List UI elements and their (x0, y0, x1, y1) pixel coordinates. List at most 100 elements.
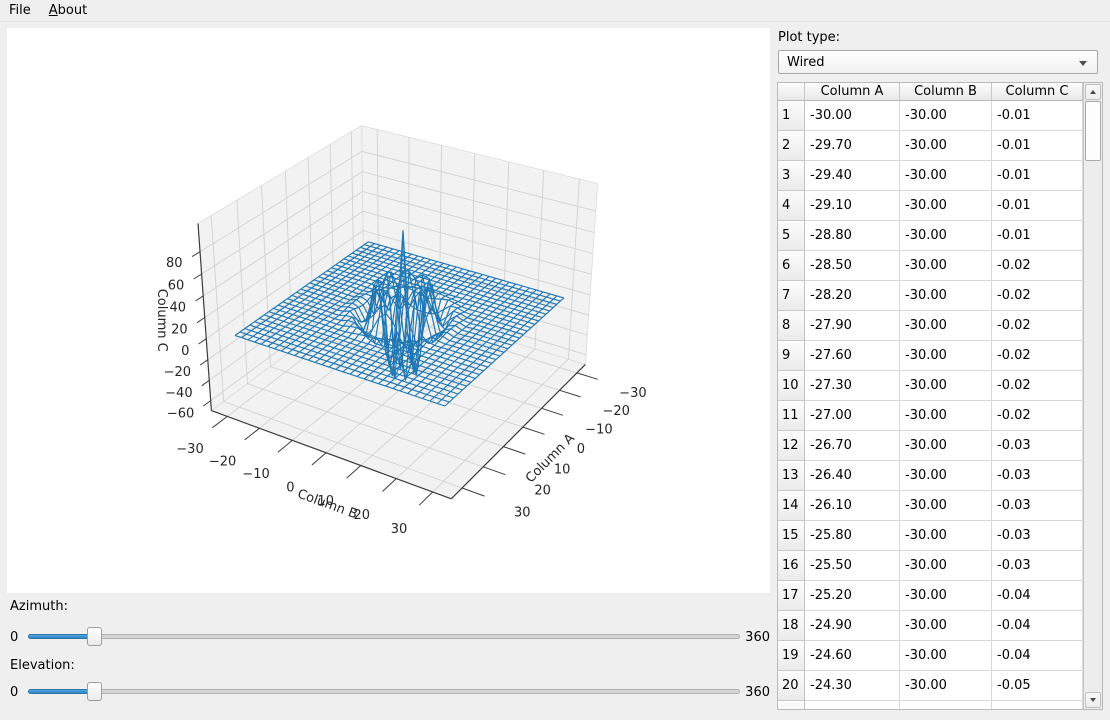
table-cell[interactable]: -29.70 (805, 131, 900, 161)
table-cell[interactable]: -30.00 (900, 251, 992, 281)
scroll-up-button[interactable] (1085, 84, 1101, 100)
table-cell[interactable]: -0.01 (992, 161, 1083, 191)
table-cell[interactable]: -29.10 (805, 191, 900, 221)
table-cell[interactable]: -30.00 (805, 101, 900, 131)
column-header-b[interactable]: Column B (900, 83, 992, 101)
table-cell[interactable]: -0.01 (992, 131, 1083, 161)
table-scrollbar[interactable] (1083, 83, 1102, 709)
row-header-cell[interactable]: 1 (778, 101, 805, 131)
menu-file[interactable]: File (0, 1, 40, 20)
elevation-slider-handle[interactable] (87, 682, 102, 701)
table-cell[interactable]: -0.03 (992, 431, 1083, 461)
table-cell[interactable]: -0.03 (992, 491, 1083, 521)
row-header-cell[interactable]: 9 (778, 341, 805, 371)
table-cell[interactable]: -25.20 (805, 581, 900, 611)
table-cell[interactable]: -28.80 (805, 221, 900, 251)
row-header-cell[interactable] (778, 701, 805, 709)
row-header-cell[interactable]: 2 (778, 131, 805, 161)
table-cell[interactable]: -0.03 (992, 521, 1083, 551)
row-header-cell[interactable]: 20 (778, 671, 805, 701)
row-header-cell[interactable]: 14 (778, 491, 805, 521)
table-cell[interactable]: -30.00 (900, 341, 992, 371)
table-cell[interactable]: -26.40 (805, 461, 900, 491)
table-cell[interactable]: -0.02 (992, 281, 1083, 311)
table-corner-cell[interactable] (778, 83, 805, 101)
azimuth-slider[interactable] (28, 627, 740, 647)
row-header-cell[interactable]: 13 (778, 461, 805, 491)
table-cell[interactable]: -0.02 (992, 251, 1083, 281)
table-cell[interactable]: -0.02 (992, 311, 1083, 341)
table-cell[interactable]: -30.00 (900, 161, 992, 191)
table-cell[interactable]: -24.60 (805, 641, 900, 671)
table-cell[interactable]: -30.00 (900, 311, 992, 341)
table-cell[interactable] (900, 701, 992, 709)
table-cell[interactable]: -30.00 (900, 611, 992, 641)
table-cell[interactable]: -0.05 (992, 671, 1083, 701)
table-cell[interactable]: -27.30 (805, 371, 900, 401)
row-header-cell[interactable]: 8 (778, 311, 805, 341)
table-cell[interactable]: -30.00 (900, 461, 992, 491)
figure-canvas[interactable]: −30−20−100102030−30−20−100102030−60−40−2… (7, 28, 770, 593)
row-header-cell[interactable]: 5 (778, 221, 805, 251)
row-header-cell[interactable]: 4 (778, 191, 805, 221)
table-cell[interactable]: -30.00 (900, 101, 992, 131)
table-cell[interactable]: -30.00 (900, 371, 992, 401)
table-cell[interactable]: -25.80 (805, 521, 900, 551)
scroll-down-button[interactable] (1085, 692, 1101, 708)
table-cell[interactable]: -0.04 (992, 641, 1083, 671)
column-header-c[interactable]: Column C (992, 83, 1083, 101)
row-header-cell[interactable]: 16 (778, 551, 805, 581)
table-cell[interactable]: -0.02 (992, 371, 1083, 401)
menu-about[interactable]: About (40, 1, 96, 20)
azimuth-slider-handle[interactable] (87, 627, 102, 646)
row-header-cell[interactable]: 11 (778, 401, 805, 431)
table-cell[interactable]: -29.40 (805, 161, 900, 191)
table-cell[interactable]: -26.70 (805, 431, 900, 461)
table-cell[interactable]: -0.03 (992, 461, 1083, 491)
row-header-cell[interactable]: 19 (778, 641, 805, 671)
table-cell[interactable]: -28.20 (805, 281, 900, 311)
azimuth-slider-track[interactable] (28, 634, 740, 639)
table-cell[interactable]: -30.00 (900, 581, 992, 611)
elevation-slider-track[interactable] (28, 689, 740, 694)
table-cell[interactable]: -0.02 (992, 341, 1083, 371)
row-header-cell[interactable]: 12 (778, 431, 805, 461)
plot-type-dropdown[interactable]: Wired (778, 50, 1098, 74)
table-cell[interactable]: -0.02 (992, 401, 1083, 431)
table-cell[interactable]: -27.90 (805, 311, 900, 341)
table-cell[interactable]: -30.00 (900, 221, 992, 251)
table-cell[interactable]: -0.01 (992, 101, 1083, 131)
table-cell[interactable]: -30.00 (900, 491, 992, 521)
column-header-a[interactable]: Column A (805, 83, 900, 101)
table-cell[interactable]: -27.60 (805, 341, 900, 371)
table-cell[interactable]: -0.01 (992, 191, 1083, 221)
table-cell[interactable]: -30.00 (900, 521, 992, 551)
row-header-cell[interactable]: 18 (778, 611, 805, 641)
table-cell[interactable]: -0.03 (992, 551, 1083, 581)
table-cell[interactable] (992, 701, 1083, 709)
table-cell[interactable]: -30.00 (900, 671, 992, 701)
row-header-cell[interactable]: 15 (778, 521, 805, 551)
table-cell[interactable]: -26.10 (805, 491, 900, 521)
elevation-slider[interactable] (28, 682, 740, 702)
scrollbar-thumb[interactable] (1085, 101, 1101, 161)
table-cell[interactable]: -30.00 (900, 401, 992, 431)
table-cell[interactable]: -25.50 (805, 551, 900, 581)
table-cell[interactable]: -30.00 (900, 551, 992, 581)
table-cell[interactable]: -24.90 (805, 611, 900, 641)
table-cell[interactable] (805, 701, 900, 709)
table-cell[interactable]: -0.01 (992, 221, 1083, 251)
row-header-cell[interactable]: 3 (778, 161, 805, 191)
table-cell[interactable]: -30.00 (900, 131, 992, 161)
table-cell[interactable]: -0.04 (992, 611, 1083, 641)
row-header-cell[interactable]: 6 (778, 251, 805, 281)
row-header-cell[interactable]: 17 (778, 581, 805, 611)
table-cell[interactable]: -30.00 (900, 191, 992, 221)
table-cell[interactable]: -27.00 (805, 401, 900, 431)
table-cell[interactable]: -0.04 (992, 581, 1083, 611)
table-cell[interactable]: -28.50 (805, 251, 900, 281)
table-cell[interactable]: -30.00 (900, 641, 992, 671)
table-cell[interactable]: -24.30 (805, 671, 900, 701)
table-cell[interactable]: -30.00 (900, 431, 992, 461)
row-header-cell[interactable]: 7 (778, 281, 805, 311)
